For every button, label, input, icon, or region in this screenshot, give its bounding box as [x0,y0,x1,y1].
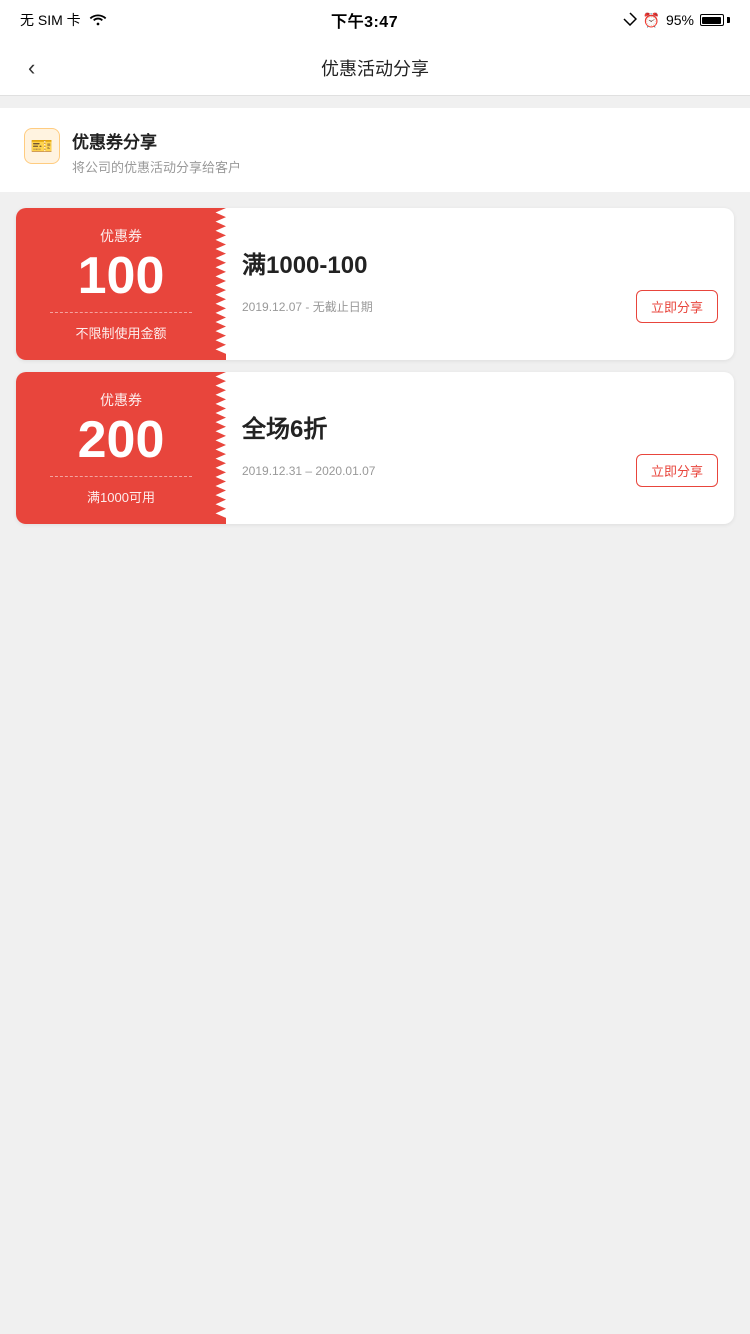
status-right: ⏰ 95% [623,12,730,29]
alarm-icon: ⏰ [643,12,660,29]
share-button-2[interactable]: 立即分享 [636,454,718,487]
location-icon [623,12,637,29]
coupon-meta-2: 2019.12.31 – 2020.01.07 立即分享 [242,454,718,487]
coupon-left-2: 优惠券 200 满1000可用 [16,372,226,524]
coupon-section-icon: 🎫 [24,128,60,164]
status-bar: 无 SIM 卡 下午3:47 ⏰ 95% [0,0,750,40]
section-title: 优惠券分享 [72,128,241,153]
coupon-label-1: 优惠券 [100,226,142,246]
coupon-left-1: 优惠券 100 不限制使用金额 [16,208,226,360]
coupon-divider-1 [50,312,192,313]
section-header: 🎫 优惠券分享 将公司的优惠活动分享给客户 [0,108,750,192]
coupon-meta-1: 2019.12.07 - 无截止日期 立即分享 [242,290,718,323]
coupon-label-2: 优惠券 [100,390,142,410]
status-left: 无 SIM 卡 [20,10,107,30]
wifi-icon [89,12,107,29]
section-text: 优惠券分享 将公司的优惠活动分享给客户 [72,128,241,176]
battery-icon [700,14,730,26]
bottom-area [0,524,750,924]
coupon-right-2: 全场6折 2019.12.31 – 2020.01.07 立即分享 [226,372,734,524]
coupon-amount-2: 200 [78,414,165,466]
coupon-condition-1: 不限制使用金额 [75,323,166,342]
coupon-list: 优惠券 100 不限制使用金额 满1000-100 2019.12.07 - 无… [0,208,750,524]
coupon-divider-2 [50,476,192,477]
back-button[interactable]: ‹ [20,47,43,89]
carrier-text: 无 SIM 卡 [20,10,81,30]
coupon-amount-1: 100 [78,250,165,302]
coupon-date-2: 2019.12.31 – 2020.01.07 [242,464,628,478]
nav-bar: ‹ 优惠活动分享 [0,40,750,96]
share-button-1[interactable]: 立即分享 [636,290,718,323]
coupon-title-2: 全场6折 [242,409,718,444]
battery-percent: 95% [666,12,694,28]
coupon-title-1: 满1000-100 [242,245,718,280]
coupon-card-1: 优惠券 100 不限制使用金额 满1000-100 2019.12.07 - 无… [16,208,734,360]
status-time: 下午3:47 [331,8,398,32]
section-subtitle: 将公司的优惠活动分享给客户 [72,157,241,176]
coupon-card-2: 优惠券 200 满1000可用 全场6折 2019.12.31 – 2020.0… [16,372,734,524]
coupon-right-1: 满1000-100 2019.12.07 - 无截止日期 立即分享 [226,208,734,360]
coupon-condition-2: 满1000可用 [87,487,155,506]
nav-title: 优惠活动分享 [321,55,429,81]
coupon-date-1: 2019.12.07 - 无截止日期 [242,298,628,315]
